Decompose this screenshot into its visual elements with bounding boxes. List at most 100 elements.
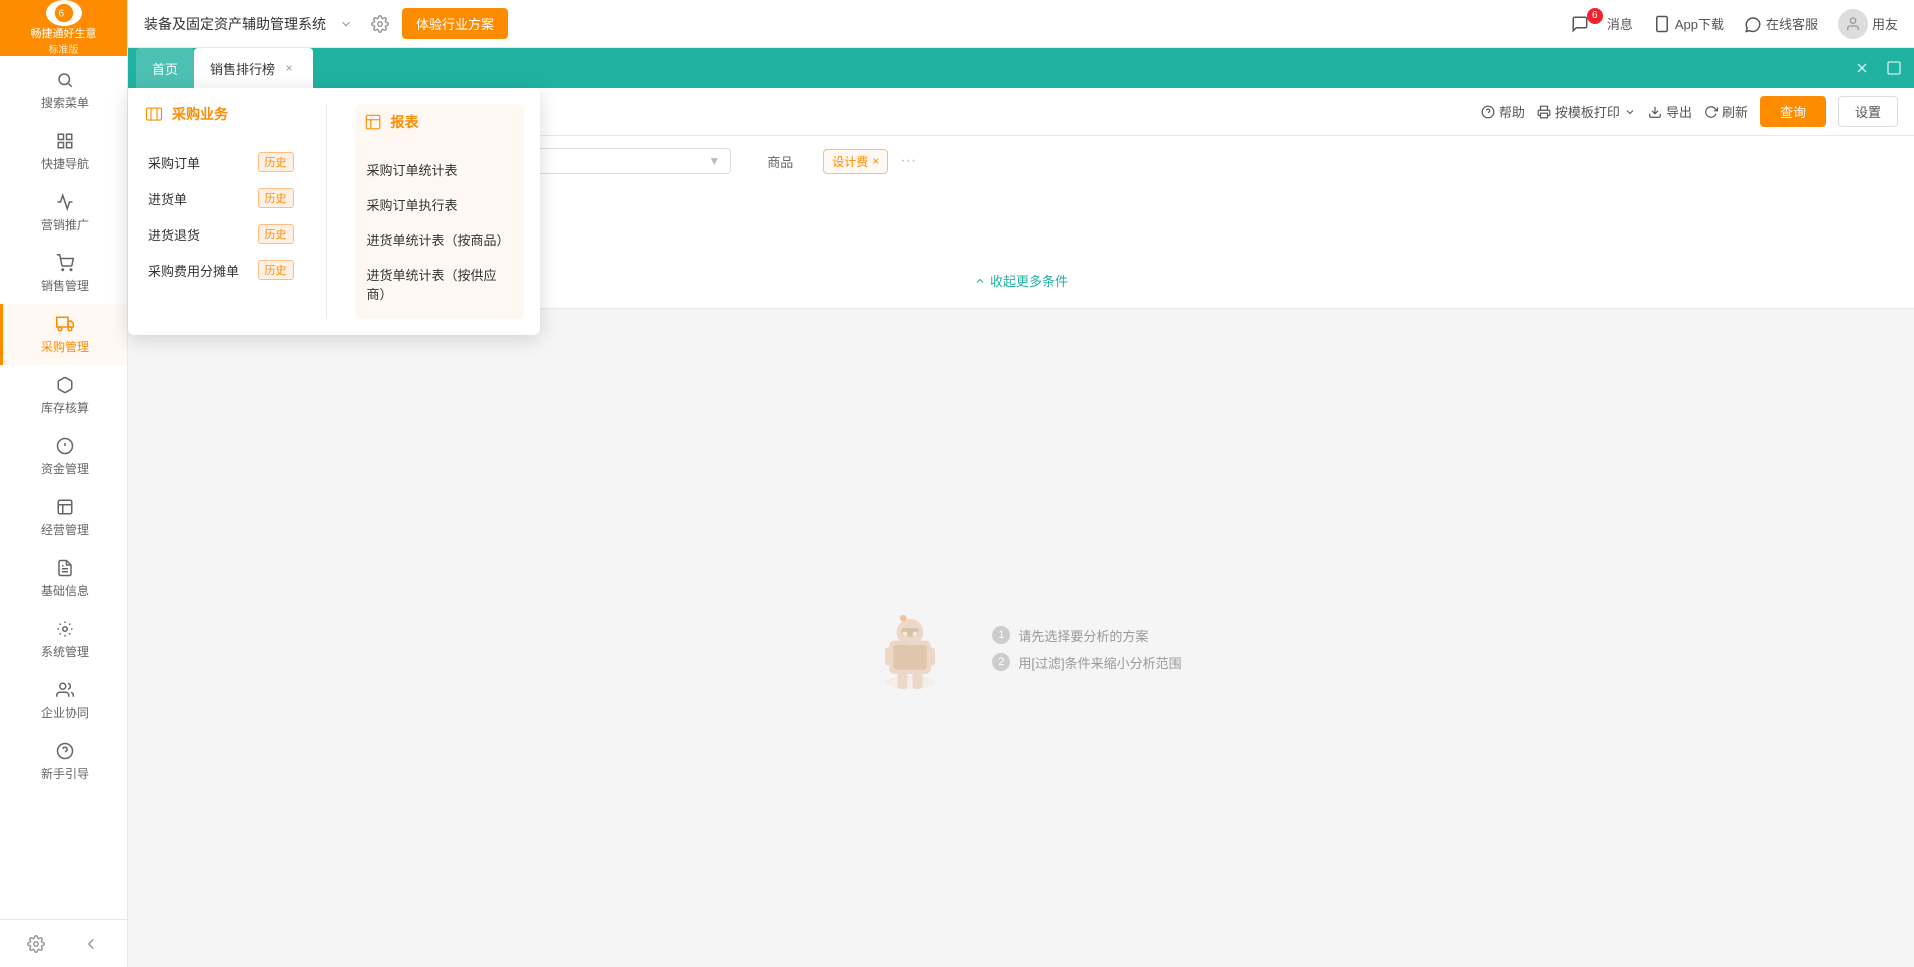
solution-btn[interactable]: 体验行业方案 — [402, 8, 508, 39]
hint-num-2: 2 — [992, 653, 1010, 671]
purchase-order-history-badge: 历史 — [258, 152, 294, 172]
sidebar-item-purchase[interactable]: 采购管理 — [0, 304, 127, 365]
sidebar-bottom — [0, 919, 127, 967]
purchase-menu-section: 采购业务 采购订单 历史 进货单 历史 进货退货 历史 采购费用分摊单 历史 — [144, 104, 298, 319]
sidebar-item-marketing[interactable]: 营销推广 — [0, 182, 127, 243]
incoming-return-history-badge: 历史 — [258, 224, 294, 244]
sidebar-item-system-label: 系统管理 — [41, 643, 89, 660]
operation-icon — [55, 497, 75, 517]
menu-item-purchase-expense[interactable]: 采购费用分摊单 历史 — [144, 252, 298, 288]
header-left: 装备及固定资产辅助管理系统 体验行业方案 — [144, 8, 508, 39]
sidebar-item-operation[interactable]: 经营管理 — [0, 487, 127, 548]
incoming-history-badge: 历史 — [258, 188, 294, 208]
tab-maximize-btn[interactable] — [1882, 56, 1906, 80]
sidebar-item-search[interactable]: 搜索菜单 — [0, 60, 127, 121]
sidebar-item-enterprise[interactable]: 企业协同 — [0, 670, 127, 731]
bill-status-arrow-icon: ▼ — [708, 154, 720, 168]
print-label: 按模板打印 — [1555, 102, 1620, 121]
app-download-label: App下载 — [1675, 14, 1724, 33]
help-label: 帮助 — [1499, 102, 1525, 121]
system-dropdown-btn[interactable] — [334, 12, 358, 36]
marketing-icon — [55, 192, 75, 212]
quick-nav-icon — [55, 131, 75, 151]
print-btn[interactable]: 按模板打印 — [1537, 102, 1636, 121]
goods-tag: 设计费 × — [823, 149, 888, 174]
sidebar-item-finance[interactable]: 资金管理 — [0, 426, 127, 487]
sidebar-item-sales-label: 销售管理 — [41, 277, 89, 294]
menu-item-incoming-stats-goods-label: 进货单统计表（按商品） — [367, 230, 513, 249]
finance-icon — [55, 436, 75, 456]
refresh-btn[interactable]: 刷新 — [1704, 102, 1748, 121]
sidebar-item-inventory-label: 库存核算 — [41, 399, 89, 416]
menu-item-incoming-return[interactable]: 进货退货 历史 — [144, 216, 298, 252]
menu-item-purchase-order[interactable]: 采购订单 历史 — [144, 144, 298, 180]
empty-state: 1 请先选择要分析的方案 2 用[过滤]条件来缩小分析范围 — [128, 309, 1914, 967]
menu-item-incoming-stats-supplier-label: 进货单统计表（按供应商） — [367, 265, 513, 303]
goods-more-btn[interactable]: ··· — [896, 152, 920, 170]
purchase-icon — [55, 314, 75, 334]
hint-text-2: 用[过滤]条件来缩小分析范围 — [1018, 653, 1181, 672]
sidebar-item-basic[interactable]: 基础信息 — [0, 548, 127, 609]
sidebar-item-system[interactable]: 系统管理 — [0, 609, 127, 670]
tab-sales-rank-label: 销售排行榜 — [210, 59, 275, 78]
empty-content: 1 请先选择要分析的方案 2 用[过滤]条件来缩小分析范围 — [860, 599, 1181, 699]
settings-small-btn[interactable]: 设置 — [1838, 96, 1898, 127]
purchase-section-icon — [144, 104, 164, 124]
sidebar-item-quick-nav[interactable]: 快捷导航 — [0, 121, 127, 182]
menu-item-incoming-label: 进货单 — [148, 189, 250, 208]
menu-item-purchase-order-exec[interactable]: 采购订单执行表 — [363, 187, 517, 222]
sidebar-collapse-btn[interactable] — [75, 928, 107, 960]
refresh-label: 刷新 — [1722, 102, 1748, 121]
purchase-expense-history-badge: 历史 — [258, 260, 294, 280]
sidebar-item-guide[interactable]: 新手引导 — [0, 731, 127, 792]
purchase-section-title-text: 采购业务 — [172, 104, 228, 124]
help-btn[interactable]: 帮助 — [1481, 102, 1525, 121]
filter-goods: 商品 设计费 × ··· — [767, 149, 967, 174]
sidebar-settings-btn[interactable] — [20, 928, 52, 960]
tab-sales-rank[interactable]: 销售排行榜 × — [194, 48, 313, 88]
sidebar: 6 畅捷通好生意 标准版 搜索菜单 快捷导航 营销推广 — [0, 0, 128, 967]
menu-item-incoming[interactable]: 进货单 历史 — [144, 180, 298, 216]
export-btn[interactable]: 导出 — [1648, 102, 1692, 121]
tab-close-btn[interactable]: × — [281, 60, 297, 76]
online-service-btn[interactable]: 在线客服 — [1744, 14, 1818, 33]
tab-close-window-btn[interactable] — [1850, 56, 1874, 80]
menu-item-purchase-order-stats[interactable]: 采购订单统计表 — [363, 152, 517, 187]
report-menu-section: 报表 采购订单统计表 采购订单执行表 进货单统计表（按商品） 进货单统计表（按供… — [355, 104, 525, 319]
purchase-section-title: 采购业务 — [144, 104, 298, 132]
sidebar-item-basic-label: 基础信息 — [41, 582, 89, 599]
collapse-btn[interactable]: 收起更多条件 — [968, 265, 1074, 296]
goods-tag-close-btn[interactable]: × — [872, 154, 879, 168]
app-download-btn[interactable]: App下载 — [1653, 14, 1724, 33]
enterprise-icon — [55, 680, 75, 700]
sidebar-item-quick-nav-label: 快捷导航 — [41, 155, 89, 172]
hint-num-1: 1 — [992, 626, 1010, 644]
svg-text:6: 6 — [58, 9, 64, 20]
menu-item-purchase-expense-label: 采购费用分摊单 — [148, 261, 250, 280]
header-right: 6 消息 App下载 在线客服 用友 — [1571, 9, 1898, 39]
guide-icon — [55, 741, 75, 761]
report-section-title: 报表 — [363, 112, 517, 140]
menu-item-incoming-stats-goods[interactable]: 进货单统计表（按商品） — [363, 222, 517, 257]
tab-home[interactable]: 首页 — [136, 48, 194, 88]
header-settings-btn[interactable] — [366, 10, 394, 38]
online-service-label: 在线客服 — [1766, 14, 1818, 33]
sidebar-item-inventory[interactable]: 库存核算 — [0, 365, 127, 426]
system-title: 装备及固定资产辅助管理系统 — [144, 14, 326, 34]
tab-bar: 首页 销售排行榜 × — [128, 48, 1914, 88]
message-btn[interactable]: 6 消息 — [1571, 14, 1633, 33]
bill-status-select[interactable]: ▼ — [511, 148, 731, 174]
sidebar-logo: 6 畅捷通好生意 标准版 — [0, 0, 127, 56]
search-icon — [55, 70, 75, 90]
sidebar-item-enterprise-label: 企业协同 — [41, 704, 89, 721]
sidebar-item-sales[interactable]: 销售管理 — [0, 243, 127, 304]
goods-tag-value: 设计费 — [832, 153, 868, 170]
system-icon — [55, 619, 75, 639]
hint-text-1: 请先选择要分析的方案 — [1018, 626, 1148, 645]
query-btn[interactable]: 查询 — [1760, 96, 1826, 127]
dropdown-menu: 采购业务 采购订单 历史 进货单 历史 进货退货 历史 采购费用分摊单 历史 报… — [128, 88, 540, 335]
menu-item-incoming-stats-supplier[interactable]: 进货单统计表（按供应商） — [363, 257, 517, 311]
user-menu-btn[interactable]: 用友 — [1838, 9, 1898, 39]
tab-home-label: 首页 — [152, 59, 178, 78]
sidebar-item-guide-label: 新手引导 — [41, 765, 89, 782]
